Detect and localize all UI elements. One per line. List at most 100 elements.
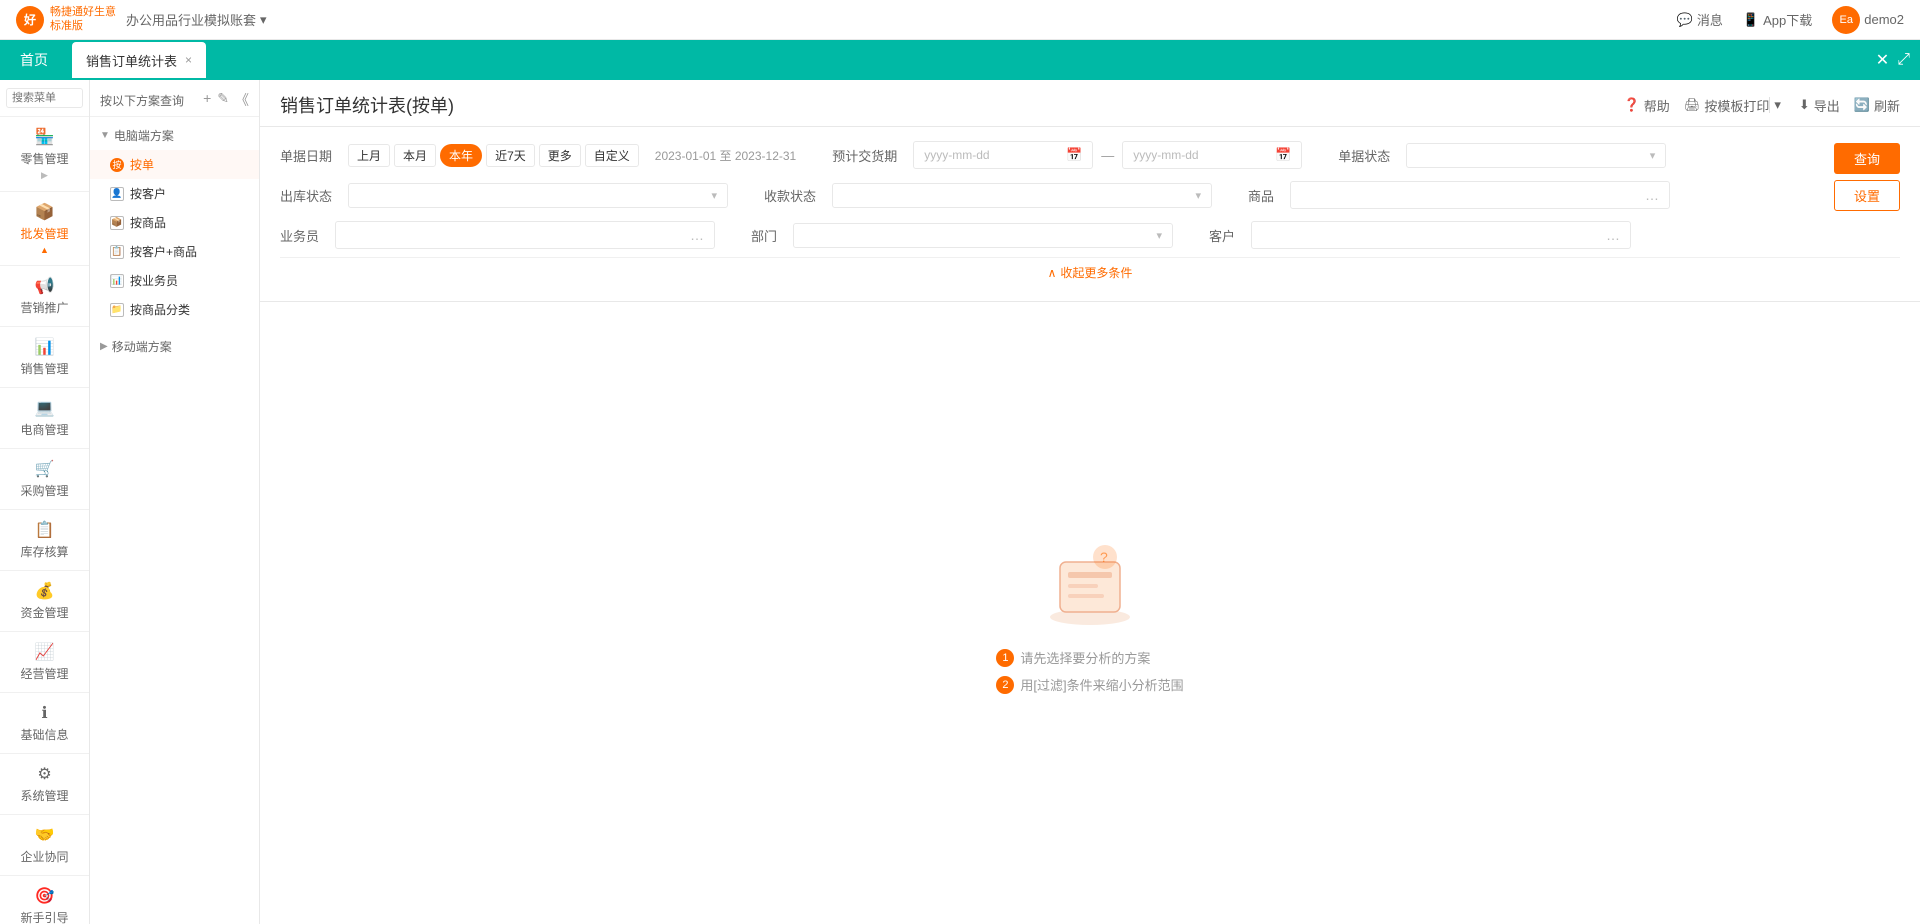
edit-scheme-icon[interactable]: ✎ — [217, 90, 229, 110]
wholesale-icon: 📦 — [35, 202, 55, 222]
chevron-right-icon: ▶ — [100, 341, 108, 352]
scheme-customer-icon: 👤 — [110, 187, 124, 201]
tab-sales-statistics[interactable]: 销售订单统计表 × — [72, 42, 206, 78]
scheme-panel-icons: + ✎ 《 — [203, 90, 249, 110]
out-status-label: 出库状态 — [280, 186, 332, 205]
ellipsis-icon-3[interactable]: … — [1606, 227, 1620, 243]
print-button[interactable]: 🖨 按模板打印 ▾ — [1684, 96, 1785, 115]
chevron-down-icon: ▼ — [100, 130, 110, 141]
finance-icon: 💰 — [35, 581, 55, 601]
scheme-category-icon: 📁 — [110, 303, 124, 317]
status-select[interactable]: ▾ — [1406, 143, 1666, 168]
print-icon: 🖨 — [1684, 97, 1701, 113]
chevron-down-icon-3: ▾ — [1196, 189, 1202, 202]
sales-icon: 📊 — [35, 337, 55, 357]
scheme-item-by-product[interactable]: 📦 按商品 — [90, 208, 259, 237]
date-btn-last-month[interactable]: 上月 — [348, 144, 390, 167]
right-actions: 查询 设置 — [1834, 141, 1900, 211]
sidebar-item-wholesale[interactable]: 📦 批发管理 ▲ — [0, 192, 89, 266]
print-dropdown-icon[interactable]: ▾ — [1769, 97, 1785, 113]
scheme-product-icon: 📦 — [110, 216, 124, 230]
sidebar-item-operations[interactable]: 📈 经营管理 — [0, 632, 89, 693]
expected-date-section: yyyy-mm-dd 📅 — yyyy-mm-dd 📅 — [913, 141, 1302, 169]
app-selector[interactable]: 办公用品行业模拟账套 ▾ — [126, 10, 267, 29]
date-btn-7days[interactable]: 近7天 — [486, 144, 535, 167]
calendar-icon: 📅 — [1066, 147, 1082, 163]
system-icon: ⚙ — [37, 764, 51, 784]
tab-home[interactable]: 首页 — [0, 40, 68, 80]
settings-button[interactable]: 设置 — [1834, 180, 1900, 211]
scheme-group-desktop-title[interactable]: ▼ 电脑端方案 — [90, 121, 259, 150]
empty-illustration: ? — [1030, 532, 1150, 632]
tab-close-icon[interactable]: × — [185, 53, 192, 67]
window-close-icon[interactable]: ✕ — [1876, 50, 1889, 70]
date-btn-custom[interactable]: 自定义 — [585, 144, 639, 167]
date-btn-more[interactable]: 更多 — [539, 144, 581, 167]
purchase-icon: 🛒 — [35, 459, 55, 479]
scheme-group-mobile-title[interactable]: ▶ 移动端方案 — [90, 332, 259, 361]
message-button[interactable]: 💬 消息 — [1677, 10, 1723, 29]
scheme-item-by-category[interactable]: 📁 按商品分类 — [90, 295, 259, 324]
scheme-item-by-customer[interactable]: 👤 按客户 — [90, 179, 259, 208]
svg-text:?: ? — [1100, 549, 1108, 565]
search-input[interactable] — [6, 88, 83, 108]
print-main[interactable]: 🖨 按模板打印 — [1684, 96, 1770, 115]
sidebar-item-system[interactable]: ⚙ 系统管理 — [0, 754, 89, 815]
sidebar-item-basic-info[interactable]: ℹ 基础信息 — [0, 693, 89, 754]
basic-info-icon: ℹ — [41, 703, 47, 723]
dept-select[interactable]: ▾ — [793, 223, 1173, 248]
receipt-status-select[interactable]: ▾ — [832, 183, 1212, 208]
salesman-select[interactable]: … — [335, 221, 715, 249]
chevron-down-icon: ▾ — [1650, 149, 1656, 162]
chevron-down-icon-4: ▾ — [1157, 229, 1163, 242]
scheme-item-by-salesman[interactable]: 📊 按业务员 — [90, 266, 259, 295]
date-btn-this-year[interactable]: 本年 — [440, 144, 482, 167]
expected-date-from[interactable]: yyyy-mm-dd 📅 — [913, 141, 1093, 169]
app-download-button[interactable]: 📱 App下载 — [1743, 10, 1812, 29]
scheme-item-by-order[interactable]: 按 按单 — [90, 150, 259, 179]
date-btn-this-month[interactable]: 本月 — [394, 144, 436, 167]
refresh-button[interactable]: 🔄 刷新 — [1854, 96, 1900, 115]
empty-state: ? 1 请先选择要分析的方案 2 用[过滤]条件来缩小分析范围 — [260, 302, 1920, 924]
sidebar-item-enterprise[interactable]: 🤝 企业协同 — [0, 815, 89, 876]
export-icon: ⬇ — [1799, 97, 1810, 113]
help-button[interactable]: ❓ 帮助 — [1624, 96, 1670, 115]
sidebar-item-finance[interactable]: 💰 资金管理 — [0, 571, 89, 632]
guide-icon: 🎯 — [35, 886, 55, 906]
expected-date-to[interactable]: yyyy-mm-dd 📅 — [1122, 141, 1302, 169]
chevron-up-icon: ▲ — [40, 245, 49, 255]
sidebar-item-inventory[interactable]: 📋 库存核算 — [0, 510, 89, 571]
logo-icon: 好 — [16, 6, 44, 34]
sidebar-item-ecommerce[interactable]: 💻 电商管理 — [0, 388, 89, 449]
export-button[interactable]: ⬇ 导出 — [1799, 96, 1840, 115]
scheme-item-by-customer-product[interactable]: 📋 按客户+商品 — [90, 237, 259, 266]
add-scheme-icon[interactable]: + — [203, 90, 211, 110]
chevron-down-icon: ▾ — [260, 12, 267, 28]
page-title: 销售订单统计表(按单) — [280, 92, 454, 118]
user-menu[interactable]: Ea demo2 — [1832, 6, 1904, 34]
sidebar-item-retail[interactable]: 🏪 零售管理 ▶ — [0, 117, 89, 192]
collapse-panel-icon[interactable]: 《 — [235, 90, 249, 110]
product-select[interactable]: … — [1290, 181, 1670, 209]
sidebar-item-guide[interactable]: 🎯 新手引导 — [0, 876, 89, 924]
out-status-select[interactable]: ▾ — [348, 183, 728, 208]
sidebar-item-sales[interactable]: 📊 销售管理 — [0, 327, 89, 388]
main-content: 销售订单统计表(按单) ❓ 帮助 🖨 按模板打印 ▾ ⬇ — [260, 80, 1920, 924]
main-layout: 🏪 零售管理 ▶ 📦 批发管理 ▲ 📢 营销推广 📊 销售管理 💻 电商管理 🛒… — [0, 80, 1920, 924]
download-icon: 📱 — [1743, 12, 1759, 28]
customer-label: 客户 — [1209, 226, 1235, 245]
ellipsis-icon[interactable]: … — [1645, 187, 1659, 203]
collapse-filter-button[interactable]: ∧ 收起更多条件 — [280, 257, 1900, 287]
empty-tip-1: 1 请先选择要分析的方案 — [996, 648, 1183, 667]
top-bar-right: 💬 消息 📱 App下载 Ea demo2 — [1677, 6, 1904, 34]
inventory-icon: 📋 — [35, 520, 55, 540]
retail-icon: 🏪 — [35, 127, 55, 147]
scheme-salesman-icon: 📊 — [110, 274, 124, 288]
query-button[interactable]: 查询 — [1834, 143, 1900, 174]
customer-select[interactable]: … — [1251, 221, 1631, 249]
refresh-icon: 🔄 — [1854, 97, 1870, 113]
ellipsis-icon-2[interactable]: … — [690, 227, 704, 243]
window-maximize-icon[interactable]: ⤢ — [1897, 51, 1910, 69]
sidebar-item-marketing[interactable]: 📢 营销推广 — [0, 266, 89, 327]
sidebar-item-purchase[interactable]: 🛒 采购管理 — [0, 449, 89, 510]
